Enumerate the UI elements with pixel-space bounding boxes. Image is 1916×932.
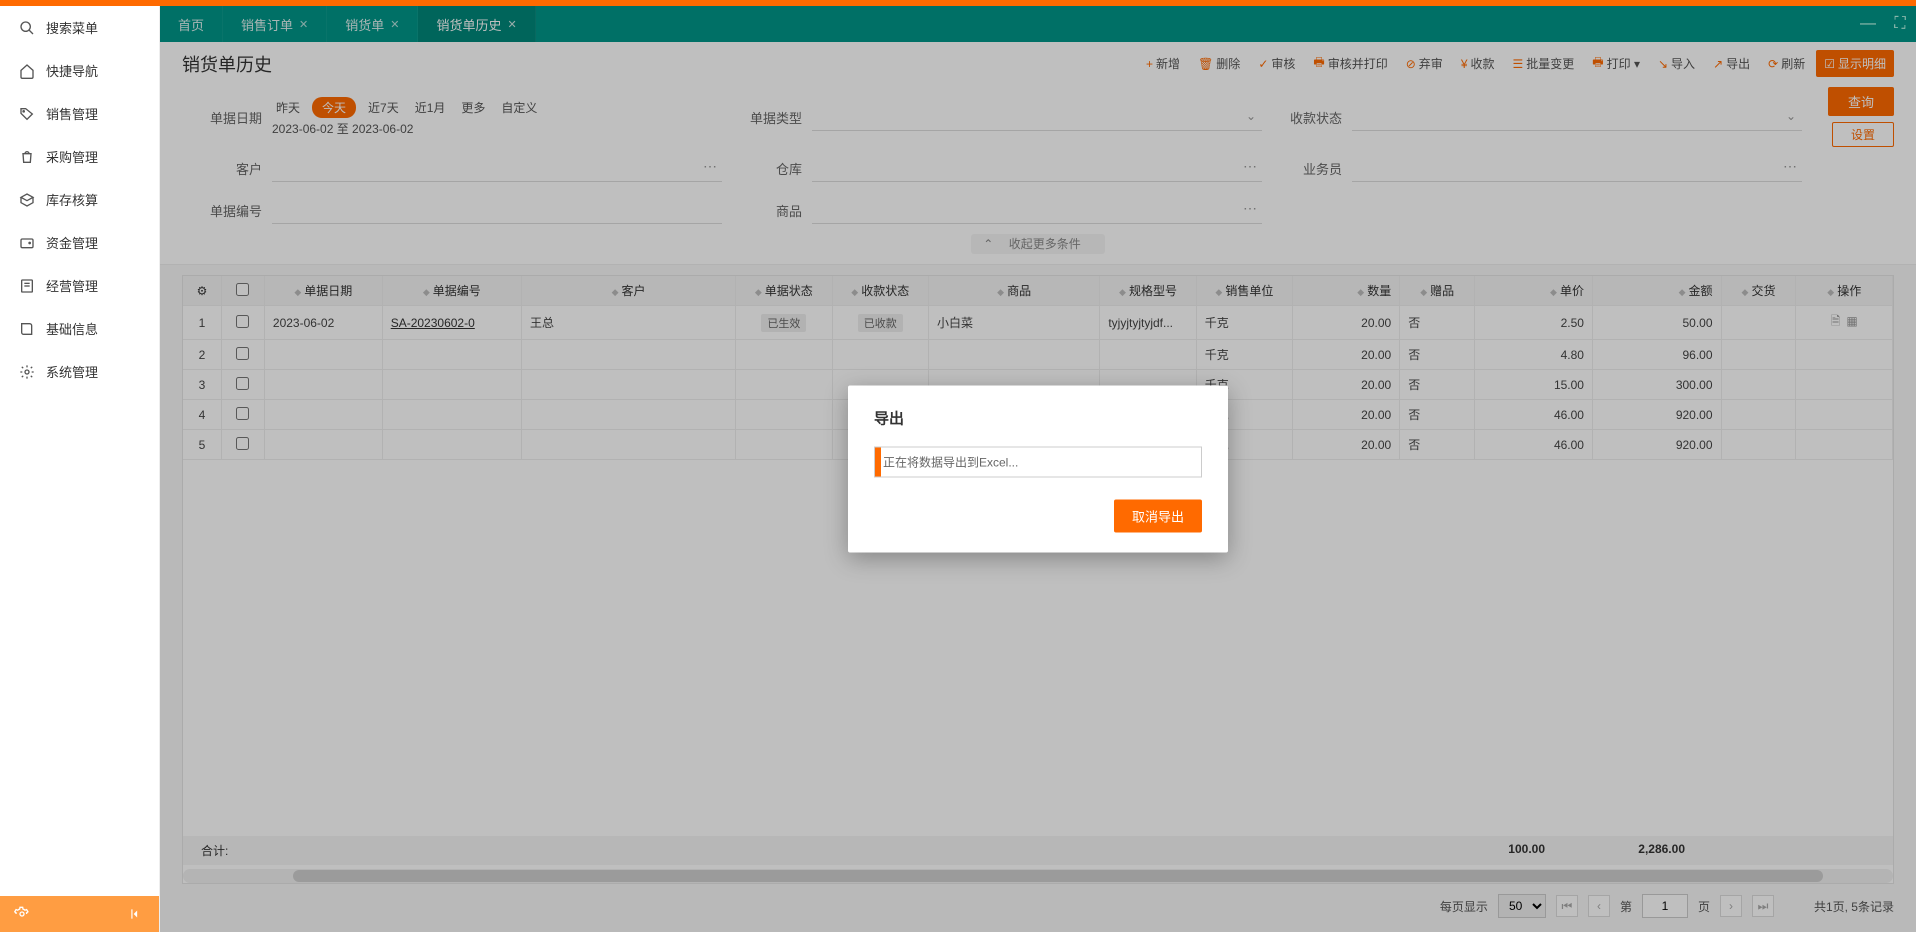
tag-icon <box>18 105 36 123</box>
main-area: 首页 销售订单✕ 销货单✕ 销货单历史✕ — ⛶ 销货单历史 +新增🗑删除✓审核… <box>160 6 1916 932</box>
sidebar-item-label: 销售管理 <box>46 104 98 123</box>
sidebar: 搜索菜单 快捷导航 销售管理 采购管理 库存核算 资金管理 经营管理 基础信息 <box>0 6 160 932</box>
sidebar-item-inventory[interactable]: 库存核算 <box>0 178 159 221</box>
export-modal: 导出 正在将数据导出到Excel... 取消导出 <box>848 386 1228 553</box>
sidebar-item-search[interactable]: 搜索菜单 <box>0 6 159 49</box>
search-icon <box>18 19 36 37</box>
sidebar-item-purchase[interactable]: 采购管理 <box>0 135 159 178</box>
report-icon <box>18 277 36 295</box>
sidebar-item-label: 系统管理 <box>46 362 98 381</box>
wallet-icon <box>18 234 36 252</box>
sidebar-item-system[interactable]: 系统管理 <box>0 350 159 393</box>
sidebar-item-quicknav[interactable]: 快捷导航 <box>0 49 159 92</box>
box-icon <box>18 191 36 209</box>
settings-icon[interactable] <box>14 906 30 922</box>
modal-title: 导出 <box>874 408 1202 429</box>
home-icon <box>18 62 36 80</box>
sidebar-footer <box>0 896 159 932</box>
export-progress-text: 正在将数据导出到Excel... <box>874 447 1202 478</box>
collapse-sidebar-icon[interactable] <box>127 907 145 921</box>
sidebar-item-label: 采购管理 <box>46 147 98 166</box>
sidebar-item-label: 经营管理 <box>46 276 98 295</box>
sidebar-item-label: 搜索菜单 <box>46 18 98 37</box>
sidebar-item-basedata[interactable]: 基础信息 <box>0 307 159 350</box>
gear-icon <box>18 363 36 381</box>
bag-icon <box>18 148 36 166</box>
cancel-export-button[interactable]: 取消导出 <box>1114 500 1202 533</box>
book-icon <box>18 320 36 338</box>
sidebar-item-label: 资金管理 <box>46 233 98 252</box>
sidebar-item-label: 快捷导航 <box>46 61 98 80</box>
sidebar-item-sales[interactable]: 销售管理 <box>0 92 159 135</box>
sidebar-item-operation[interactable]: 经营管理 <box>0 264 159 307</box>
sidebar-item-label: 库存核算 <box>46 190 98 209</box>
sidebar-item-finance[interactable]: 资金管理 <box>0 221 159 264</box>
sidebar-item-label: 基础信息 <box>46 319 98 338</box>
